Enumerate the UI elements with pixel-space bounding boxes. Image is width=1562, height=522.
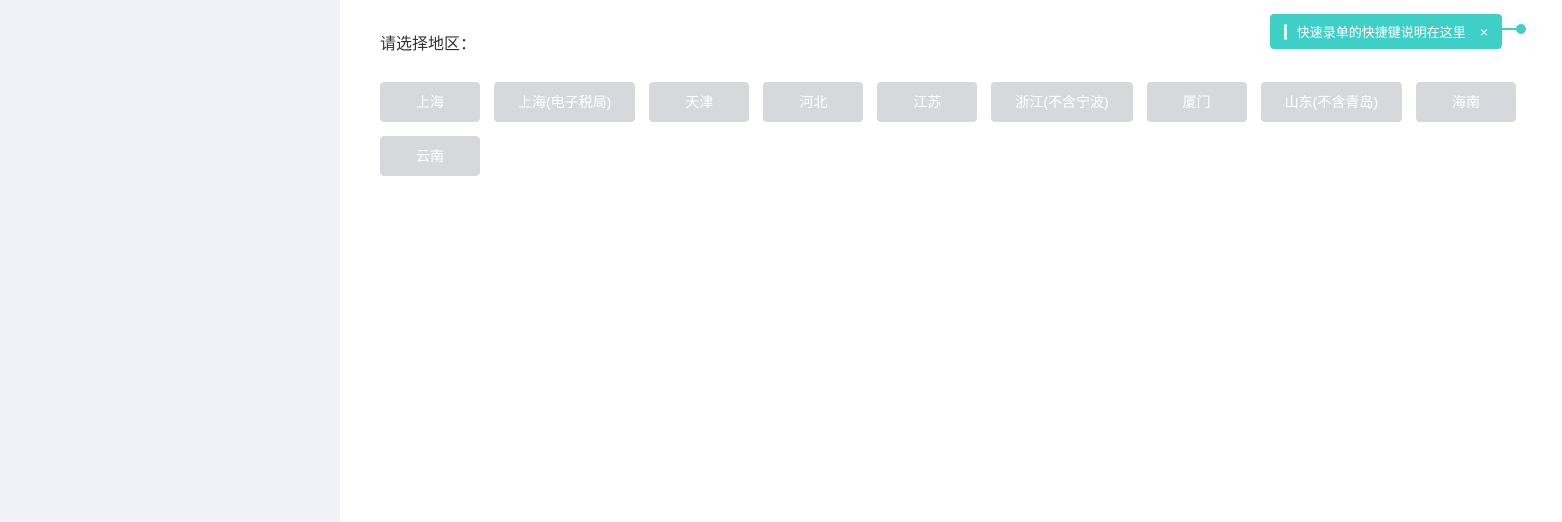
tooltip-close-button[interactable]: × [1480, 24, 1488, 40]
left-sidebar [0, 0, 340, 522]
region-button-tianjin[interactable]: 天津 [649, 82, 749, 122]
region-button-shanghai-etax[interactable]: 上海(电子税局) [494, 82, 635, 122]
region-button-xiamen[interactable]: 厦门 [1147, 82, 1247, 122]
tooltip-dot [1516, 24, 1526, 34]
region-button-yunnan[interactable]: 云南 [380, 136, 480, 176]
tooltip-banner: 快速录单的快捷键说明在这里 × [1270, 14, 1502, 49]
tooltip-text: 快速录单的快捷键说明在这里 [1297, 22, 1466, 41]
tooltip-line [1502, 28, 1516, 30]
region-buttons-container: 上海上海(电子税局) 天津河北江苏浙江(不含宁波) 厦门山东(不含青岛) 海南云南 [380, 82, 1522, 176]
region-button-shanghai[interactable]: 上海 [380, 82, 480, 122]
region-button-shandong[interactable]: 山东(不含青岛) [1261, 82, 1402, 122]
region-button-hebei[interactable]: 河北 [763, 82, 863, 122]
main-content: 请选择地区： 上海上海(电子税局)天津河北江苏浙江(不含宁波)厦门山东(不含青岛… [340, 0, 1562, 522]
region-button-hainan[interactable]: 海南 [1416, 82, 1516, 122]
region-button-jiangsu[interactable]: 江苏 [877, 82, 977, 122]
region-button-zhejiang[interactable]: 浙江(不含宁波) [991, 82, 1132, 122]
